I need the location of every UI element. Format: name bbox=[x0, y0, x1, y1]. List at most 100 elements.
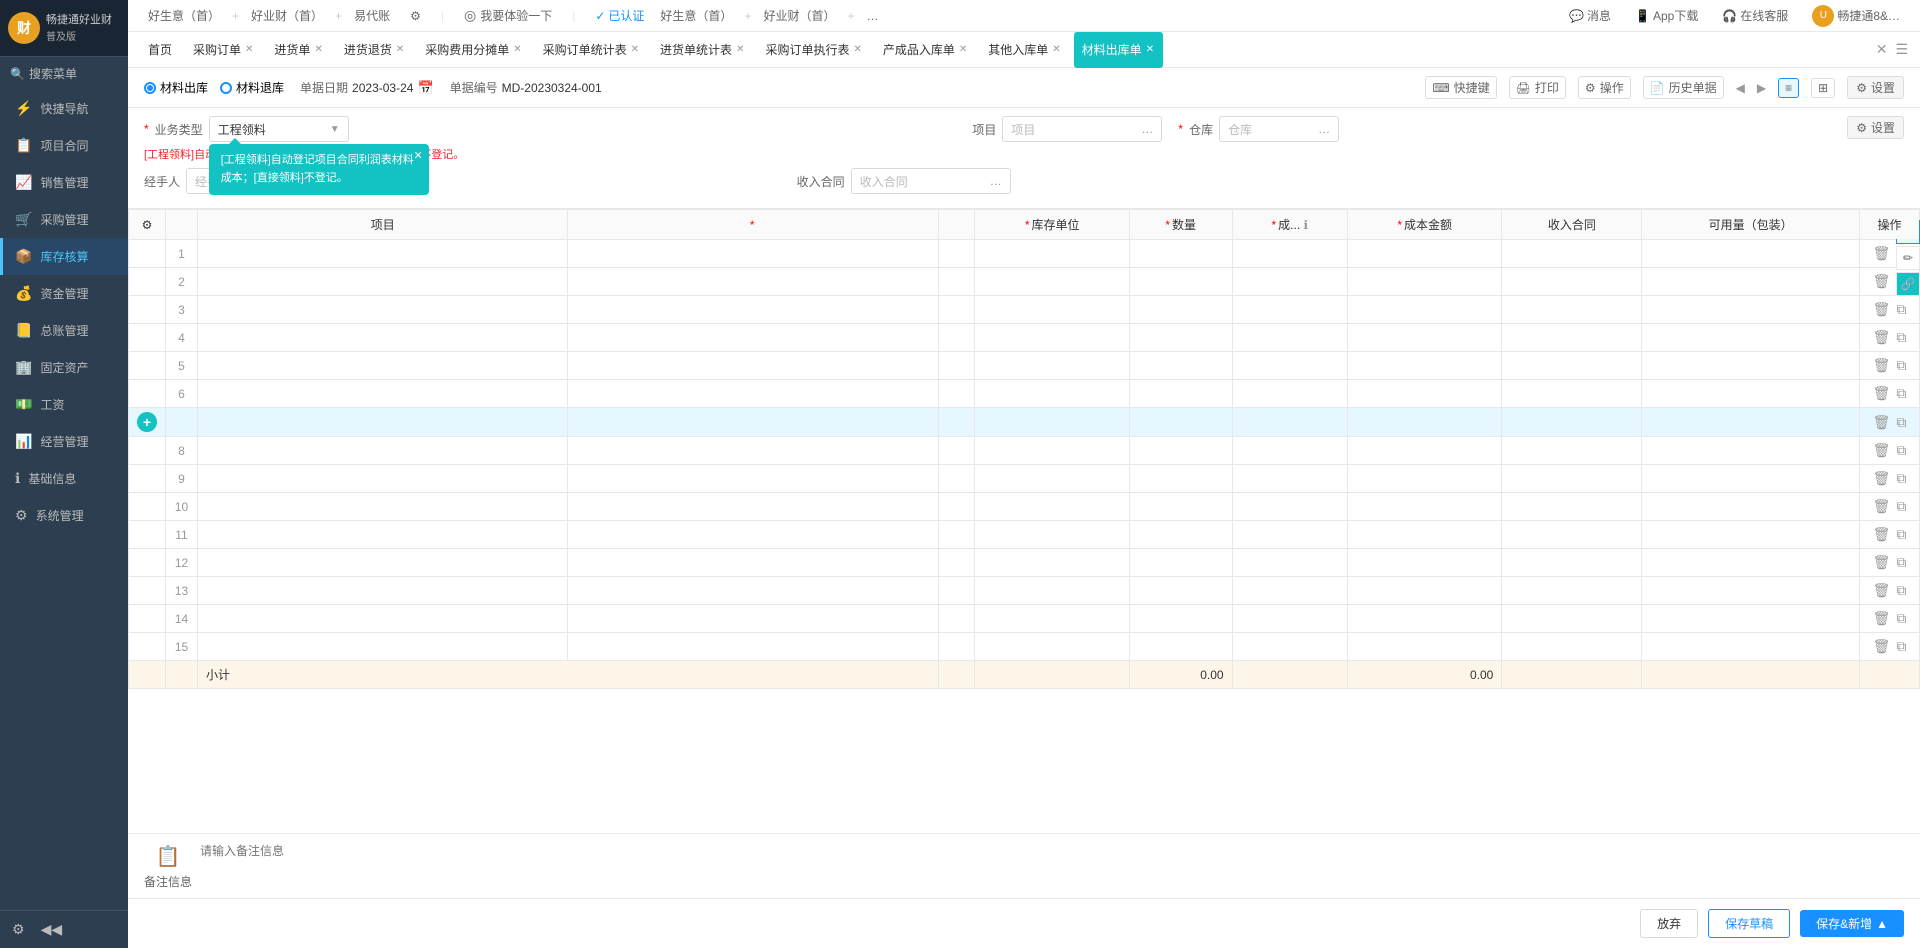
sidebar-item-sales[interactable]: 📈 销售管理 bbox=[0, 164, 128, 201]
operations-btn[interactable]: ⚙ 操作 bbox=[1578, 76, 1631, 99]
tab-close-icon[interactable]: ✕ bbox=[736, 44, 744, 55]
tab-close-icon[interactable]: ✕ bbox=[631, 44, 639, 55]
row-cost-amount[interactable] bbox=[1347, 380, 1501, 408]
delete-row-icon[interactable]: 🗑 bbox=[1870, 329, 1894, 345]
tab-close-icon[interactable]: ✕ bbox=[1146, 44, 1154, 55]
right-tool-3[interactable]: 🔗 bbox=[1896, 272, 1920, 296]
project-input[interactable]: 项目 … bbox=[1002, 116, 1162, 142]
delete-row-icon[interactable]: 🗑 bbox=[1870, 414, 1894, 430]
sidebar-item-base-info[interactable]: ℹ 基础信息 bbox=[0, 460, 128, 497]
delete-row-icon[interactable]: 🗑 bbox=[1870, 582, 1894, 598]
copy-row-icon[interactable]: ⧉ bbox=[1893, 470, 1909, 486]
row-project[interactable] bbox=[198, 268, 568, 296]
row-available[interactable] bbox=[1642, 380, 1860, 408]
note-input[interactable] bbox=[200, 842, 1904, 860]
row-income-contract[interactable] bbox=[1502, 268, 1642, 296]
row-project[interactable] bbox=[198, 352, 568, 380]
row-quantity[interactable] bbox=[1129, 324, 1232, 352]
sidebar-item-project-contract[interactable]: 📋 项目合同 bbox=[0, 127, 128, 164]
row-unit[interactable] bbox=[975, 296, 1129, 324]
delete-row-icon[interactable]: 🗑 bbox=[1870, 610, 1894, 626]
tab-receipt-stats[interactable]: 进货单统计表 ✕ bbox=[652, 32, 753, 68]
row-income-contract[interactable] bbox=[1502, 324, 1642, 352]
tab-product-in[interactable]: 产成品入库单 ✕ bbox=[875, 32, 976, 68]
project-cell-input[interactable] bbox=[206, 415, 559, 429]
tab-purchase-order[interactable]: 采购订单 ✕ bbox=[185, 32, 262, 68]
sidebar-item-salary[interactable]: 💵 工资 bbox=[0, 386, 128, 423]
copy-row-icon[interactable]: ⧉ bbox=[1893, 414, 1909, 430]
add-row-btn[interactable]: + bbox=[137, 412, 157, 432]
nav-try[interactable]: ◎ 我要体验一下 bbox=[460, 7, 556, 24]
tab-menu-icon[interactable]: ☰ bbox=[1895, 41, 1908, 58]
row-quantity[interactable] bbox=[1129, 380, 1232, 408]
date-value[interactable]: 2023-03-24 bbox=[352, 81, 413, 95]
copy-row-icon[interactable]: ⧉ bbox=[1893, 554, 1909, 570]
row-cost-amount[interactable] bbox=[1347, 324, 1501, 352]
row-quantity-input[interactable] bbox=[1129, 408, 1232, 437]
warehouse-input[interactable]: 仓库 … bbox=[1219, 116, 1339, 142]
copy-row-icon[interactable]: ⧉ bbox=[1893, 329, 1909, 345]
nav-online-service[interactable]: 🎧 在线客服 bbox=[1718, 7, 1792, 24]
delete-row-icon[interactable]: 🗑 bbox=[1870, 301, 1894, 317]
tab-close-icon[interactable]: ✕ bbox=[314, 44, 322, 55]
delete-row-icon[interactable]: 🗑 bbox=[1870, 357, 1894, 373]
sidebar-item-purchase[interactable]: 🛒 采购管理 bbox=[0, 201, 128, 238]
tab-close-icon[interactable]: ✕ bbox=[853, 44, 861, 55]
radio-material-out[interactable]: 材料出库 bbox=[144, 79, 208, 96]
row-unit[interactable] bbox=[975, 380, 1129, 408]
row-income-contract[interactable] bbox=[1502, 380, 1642, 408]
copy-row-icon[interactable]: ⧉ bbox=[1893, 301, 1909, 317]
row-available[interactable] bbox=[1642, 268, 1860, 296]
list-view-btn[interactable]: ≡ bbox=[1778, 78, 1799, 98]
row-spec-input[interactable] bbox=[938, 408, 975, 437]
save-draft-button[interactable]: 保存草稿 bbox=[1708, 909, 1790, 938]
row-cost-amount[interactable] bbox=[1347, 352, 1501, 380]
row-income-contract-input[interactable] bbox=[1502, 408, 1642, 437]
row-project[interactable] bbox=[198, 296, 568, 324]
row-unit[interactable] bbox=[975, 324, 1129, 352]
row-project-input[interactable] bbox=[198, 408, 568, 437]
history-btn[interactable]: 📄 历史单据 bbox=[1643, 76, 1724, 99]
row-quantity[interactable] bbox=[1129, 352, 1232, 380]
row-material[interactable] bbox=[568, 352, 938, 380]
project-dots-icon[interactable]: … bbox=[1141, 122, 1153, 136]
row-income-contract[interactable] bbox=[1502, 352, 1642, 380]
copy-row-icon[interactable]: ⧉ bbox=[1893, 442, 1909, 458]
sidebar-item-finance[interactable]: 💰 资金管理 bbox=[0, 275, 128, 312]
row-income-contract[interactable] bbox=[1502, 240, 1642, 268]
copy-row-icon[interactable]: ⧉ bbox=[1893, 582, 1909, 598]
row-quantity[interactable] bbox=[1129, 296, 1232, 324]
nav-message[interactable]: 💬 消息 bbox=[1565, 7, 1615, 24]
tab-receipt[interactable]: 进货单 ✕ bbox=[266, 32, 331, 68]
warehouse-dots-icon[interactable]: … bbox=[1318, 122, 1330, 136]
sidebar-item-accounting[interactable]: 📒 总账管理 bbox=[0, 312, 128, 349]
nav-good-biz[interactable]: 好生意（首） bbox=[144, 7, 224, 24]
row-unit[interactable] bbox=[975, 352, 1129, 380]
row-material[interactable] bbox=[568, 240, 938, 268]
discard-button[interactable]: 放弃 bbox=[1640, 909, 1698, 938]
row-cost[interactable] bbox=[1232, 380, 1347, 408]
copy-row-icon[interactable]: ⧉ bbox=[1893, 526, 1909, 542]
row-available[interactable] bbox=[1642, 352, 1860, 380]
delete-row-icon[interactable]: 🗑 bbox=[1870, 498, 1894, 514]
delete-row-icon[interactable]: 🗑 bbox=[1870, 385, 1894, 401]
collapse-icon[interactable]: ◀◀ bbox=[41, 921, 63, 938]
nav-prev-icon[interactable]: ◀ bbox=[1736, 81, 1745, 95]
row-project[interactable] bbox=[198, 380, 568, 408]
copy-row-icon[interactable]: ⧉ bbox=[1893, 638, 1909, 654]
copy-row-icon[interactable]: ⧉ bbox=[1893, 610, 1909, 626]
nav-more[interactable]: … bbox=[862, 9, 882, 23]
sidebar-item-fixed-assets[interactable]: 🏢 固定资产 bbox=[0, 349, 128, 386]
tab-purchase-cost[interactable]: 采购费用分摊单 ✕ bbox=[417, 32, 530, 68]
row-material[interactable] bbox=[568, 324, 938, 352]
sidebar-item-system[interactable]: ⚙ 系统管理 bbox=[0, 497, 128, 534]
nav-good-biz2[interactable]: 好生意（首） bbox=[656, 7, 736, 24]
delete-row-icon[interactable]: 🗑 bbox=[1870, 638, 1894, 654]
copy-row-icon[interactable]: ⧉ bbox=[1893, 498, 1909, 514]
save-new-button[interactable]: 保存&新增 ▲ bbox=[1800, 910, 1904, 937]
quick-key-btn[interactable]: ⌨ 快捷键 bbox=[1425, 76, 1496, 99]
copy-row-icon[interactable]: ⧉ bbox=[1893, 357, 1909, 373]
row-cost[interactable] bbox=[1232, 324, 1347, 352]
row-material[interactable] bbox=[568, 296, 938, 324]
row-unit-input[interactable] bbox=[975, 408, 1129, 437]
